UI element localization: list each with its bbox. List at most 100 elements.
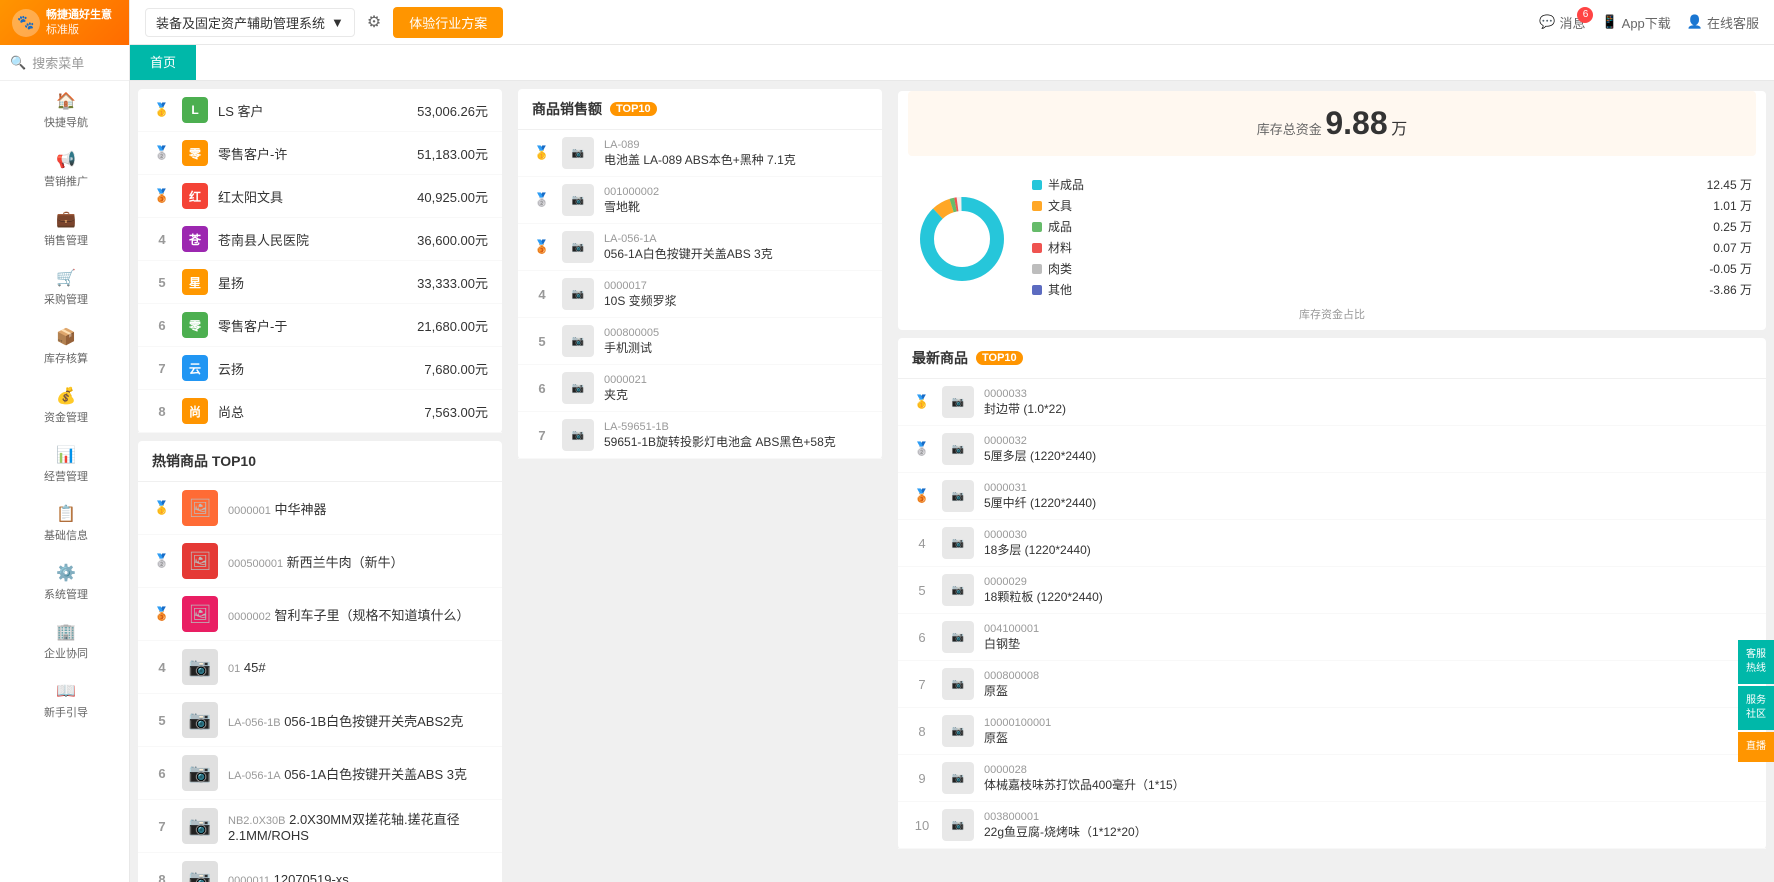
message-badge: 6	[1577, 7, 1593, 23]
topbar-right: 💬 消息 6 📱 App下载 👤 在线客服	[1539, 13, 1759, 32]
product-sale-item: 🥇 📷 LA-089 电池盖 LA-089 ABS本色+黑种 7.1克	[518, 130, 882, 177]
product-sale-item: 7 📷 LA-59651-1B 59651-1B旋转投影灯电池盒 ABS黑色+5…	[518, 412, 882, 459]
product-image: 📷	[182, 702, 218, 738]
product-thumbnail: 📷	[942, 480, 974, 512]
sidebar-item-quick-nav[interactable]: 🏠 快捷导航	[0, 81, 129, 140]
product-sale-item: 5 📷 000800005 手机测试	[518, 318, 882, 365]
latest-product-item: 10 📷 003800001 22g鱼豆腐-烧烤味（1*12*20）	[898, 802, 1766, 849]
product-thumbnail: 📷	[942, 527, 974, 559]
message-icon: 💬	[1539, 14, 1555, 30]
latest-product-item: 7 📷 000800008 原盔	[898, 661, 1766, 708]
app-download-button[interactable]: 📱 App下载	[1601, 13, 1670, 32]
product-thumbnail: 📷	[562, 137, 594, 169]
customer-avatar: 云	[182, 355, 208, 381]
legend-item: 材料 0.07 万	[1032, 239, 1752, 256]
tab-home[interactable]: 首页	[130, 45, 196, 80]
live-button[interactable]: 直播	[1738, 732, 1774, 762]
latest-products-list: 🥇 📷 0000033 封边带 (1.0*22) 🥈 📷 0000032 5厘多…	[898, 379, 1766, 849]
latest-products-header: 最新商品 TOP10	[898, 338, 1766, 379]
legend-item: 成品 0.25 万	[1032, 218, 1752, 235]
latest-top-badge: TOP10	[976, 351, 1023, 365]
latest-product-item: 5 📷 0000029 18颗粒板 (1220*2440)	[898, 567, 1766, 614]
product-thumbnail: 📷	[942, 386, 974, 418]
operations-icon: 📊	[56, 445, 76, 465]
inventory-chart-section: 半成品 12.45 万 文具 1.01 万 成品 0.25 万	[898, 166, 1766, 312]
trial-button[interactable]: 体验行业方案	[393, 7, 503, 38]
legend-item: 其他 -3.86 万	[1032, 281, 1752, 298]
sidebar-item-marketing[interactable]: 📢 营销推广	[0, 140, 129, 199]
product-sale-rank-panel: 商品销售额 TOP10 🥇 📷 LA-089 电池盖 LA-089 ABS本色+…	[518, 89, 882, 459]
left-panel: 🥇 L LS 客户 53,006.26元 🥈 零 零售客户-许 51,183.0…	[130, 81, 510, 882]
customer-rank-item: 8 尚 尚总 7,563.00元	[138, 390, 502, 433]
customer-rank-item: 5 星 星扬 33,333.00元	[138, 261, 502, 304]
legend-item: 文具 1.01 万	[1032, 197, 1752, 214]
sidebar-item-company[interactable]: 🏢 企业协同	[0, 612, 129, 671]
product-thumbnail: 📷	[562, 372, 594, 404]
customer-rank-item: 4 苍 苍南县人民医院 36,600.00元	[138, 218, 502, 261]
online-service-button[interactable]: 👤 在线客服	[1687, 13, 1759, 32]
customer-avatar: 星	[182, 269, 208, 295]
product-sale-item: 🥉 📷 LA-056-1A 056-1A白色按键开关盖ABS 3克	[518, 224, 882, 271]
sidebar-item-guide[interactable]: 📖 新手引导	[0, 671, 129, 730]
sidebar-item-operations[interactable]: 📊 经营管理	[0, 435, 129, 494]
customer-rank-item: 🥇 L LS 客户 53,006.26元	[138, 89, 502, 132]
inventory-icon: 📦	[56, 327, 76, 347]
product-sale-item: 🥈 📷 001000002 雪地靴	[518, 177, 882, 224]
settings-icon[interactable]: ⚙	[367, 12, 381, 32]
sidebar: 🐾 畅捷通好生意 标准版 🔍 搜索菜单 🏠 快捷导航 📢 营销推广 💼 销售管理…	[0, 0, 130, 882]
float-buttons: 客服 热线 服务 社区 直播	[1738, 640, 1774, 762]
product-sale-header: 商品销售额 TOP10	[518, 89, 882, 130]
legend-color	[1032, 222, 1042, 232]
product-image: 🖼	[182, 596, 218, 632]
sidebar-search[interactable]: 🔍 搜索菜单	[0, 45, 129, 81]
legend-color	[1032, 243, 1042, 253]
product-thumbnail: 📷	[562, 325, 594, 357]
topbar: 装备及固定资产辅助管理系统 ▼ ⚙ 体验行业方案 💬 消息 6 📱 App下载 …	[130, 0, 1774, 45]
hot-product-item: 5 📷 LA-056-1B 056-1B白色按键开关壳ABS2克	[138, 694, 502, 747]
message-button[interactable]: 💬 消息 6	[1539, 13, 1585, 32]
latest-product-item: 🥇 📷 0000033 封边带 (1.0*22)	[898, 379, 1766, 426]
hot-products-title: 热销商品 TOP10	[152, 451, 256, 471]
product-image: 📷	[182, 649, 218, 685]
top-badge: TOP10	[610, 102, 657, 116]
sidebar-item-system[interactable]: ⚙️ 系统管理	[0, 553, 129, 612]
legend-item: 肉类 -0.05 万	[1032, 260, 1752, 277]
sidebar-item-inventory[interactable]: 📦 库存核算	[0, 317, 129, 376]
latest-product-item: 4 📷 0000030 18多层 (1220*2440)	[898, 520, 1766, 567]
customer-value: 53,006.26元	[417, 101, 488, 120]
inventory-legend: 半成品 12.45 万 文具 1.01 万 成品 0.25 万	[1032, 176, 1752, 302]
sidebar-item-basics[interactable]: 📋 基础信息	[0, 494, 129, 553]
system-selector[interactable]: 装备及固定资产辅助管理系统 ▼	[145, 8, 355, 37]
product-sale-list: 🥇 📷 LA-089 电池盖 LA-089 ABS本色+黑种 7.1克 🥈 📷 …	[518, 130, 882, 459]
logo-icon: 🐾	[12, 9, 40, 37]
logo-text: 畅捷通好生意 标准版	[46, 8, 112, 37]
product-thumbnail: 📷	[942, 668, 974, 700]
customer-name: LS 客户	[218, 101, 407, 120]
content: 🥇 L LS 客户 53,006.26元 🥈 零 零售客户-许 51,183.0…	[130, 81, 1774, 882]
chevron-down-icon: ▼	[331, 15, 344, 30]
sidebar-item-purchase[interactable]: 🛒 采购管理	[0, 258, 129, 317]
system-icon: ⚙️	[56, 563, 76, 583]
sidebar-item-sales[interactable]: 💼 销售管理	[0, 199, 129, 258]
legend-item: 半成品 12.45 万	[1032, 176, 1752, 193]
search-icon: 🔍	[10, 55, 26, 71]
marketing-icon: 📢	[56, 150, 76, 170]
customer-rank-panel: 🥇 L LS 客户 53,006.26元 🥈 零 零售客户-许 51,183.0…	[138, 89, 502, 433]
hot-product-item: 7 📷 NB2.0X30B 2.0X30MM双搓花轴.搓花直径2.1MM/ROH…	[138, 800, 502, 853]
customer-service-button[interactable]: 客服 热线	[1738, 640, 1774, 684]
product-thumbnail: 📷	[942, 621, 974, 653]
rank-number: 🥇	[152, 102, 172, 118]
product-thumbnail: 📷	[942, 809, 974, 841]
inventory-chart-label: 库存资金占比	[898, 306, 1766, 330]
main-area: 装备及固定资产辅助管理系统 ▼ ⚙ 体验行业方案 💬 消息 6 📱 App下载 …	[130, 0, 1774, 882]
hot-products-list: 🥇 🖼 0000001 中华神器 🥈 🖼 000500001 新西兰牛肉（新牛）…	[138, 482, 502, 882]
customer-rank-item: 6 零 零售客户-于 21,680.00元	[138, 304, 502, 347]
product-sale-item: 4 📷 0000017 10S 变频罗浆	[518, 271, 882, 318]
inventory-donut-chart	[912, 189, 1012, 289]
sidebar-item-finance[interactable]: 💰 资金管理	[0, 376, 129, 435]
latest-products-panel: 最新商品 TOP10 🥇 📷 0000033 封边带 (1.0*22) 🥈	[898, 338, 1766, 849]
product-image: 📷	[182, 755, 218, 791]
hot-product-item: 8 📷 0000011 12070519-xs	[138, 853, 502, 882]
customer-rank-item: 7 云 云扬 7,680.00元	[138, 347, 502, 390]
service-community-button[interactable]: 服务 社区	[1738, 686, 1774, 730]
